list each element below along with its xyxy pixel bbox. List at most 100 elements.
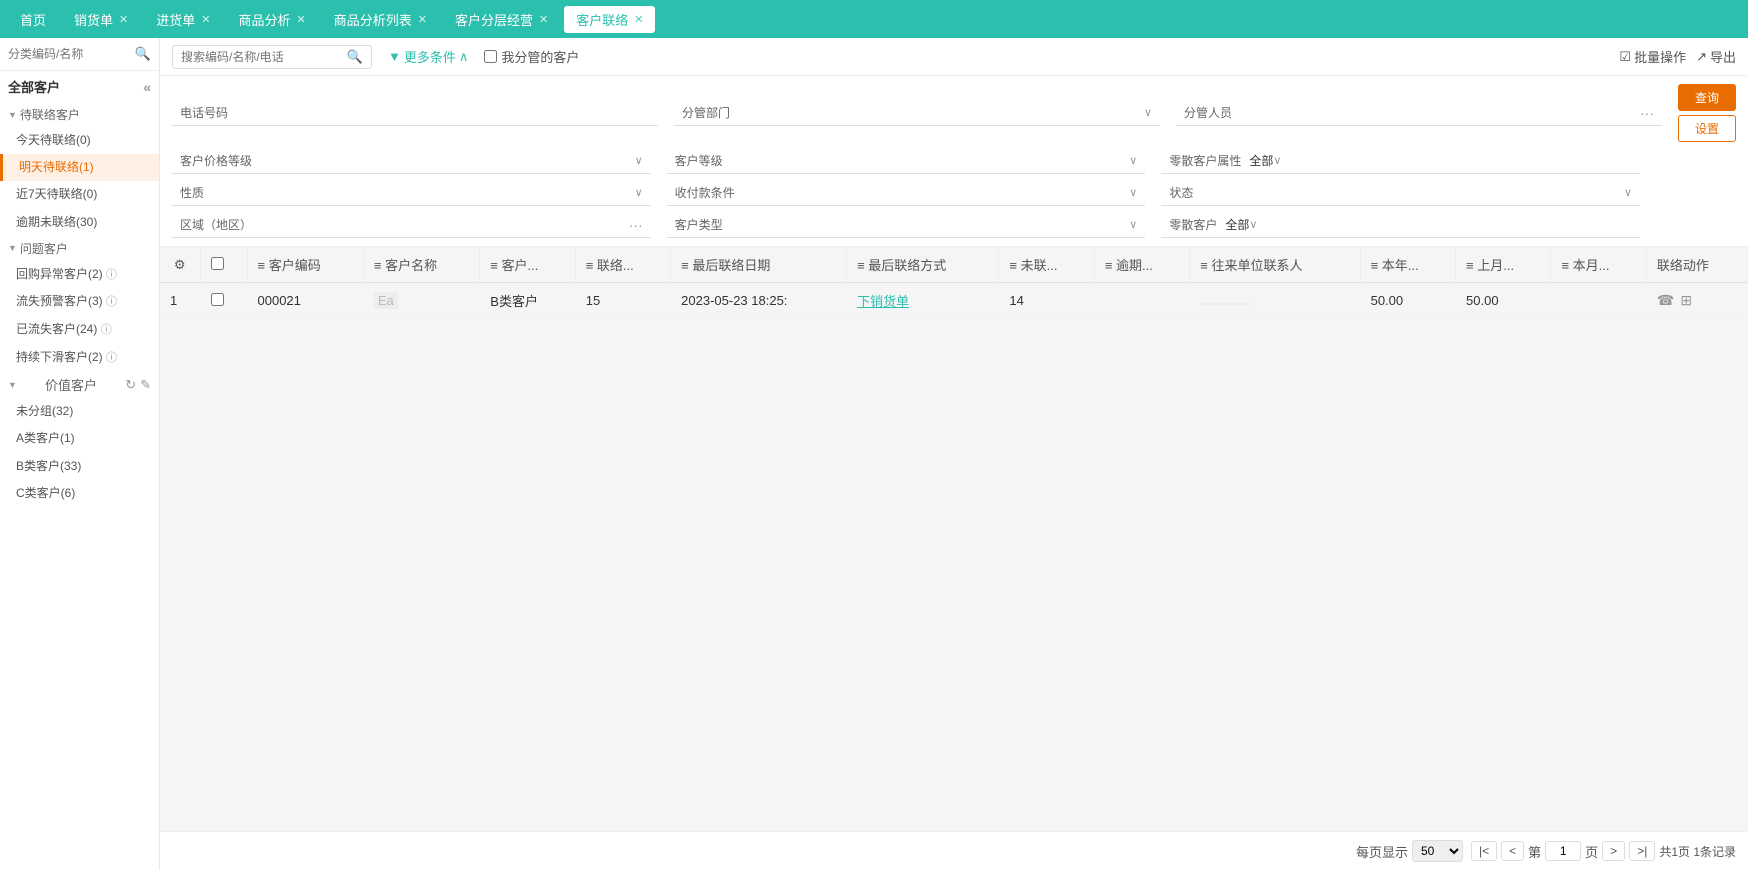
filter-nature-arrow: ∨ (635, 186, 643, 199)
data-table: ⚙ ≡ 客户编码 ≡ 客户名称 ≡ 客户... ≡ 联络... ≡ 最后联络日期… (160, 247, 1748, 319)
qr-action-icon[interactable]: ⊞ (1680, 292, 1692, 309)
filter-region-dots[interactable]: ··· (629, 217, 643, 233)
top-nav: 首页 销货单 ✕ 进货单 ✕ 商品分析 ✕ 商品分析列表 ✕ 客户分层经营 ✕ … (0, 0, 1748, 38)
col-settings-header[interactable]: ⚙ (160, 247, 200, 283)
col-last-method-header[interactable]: ≡ 最后联络方式 (847, 247, 999, 283)
filter-phone-input[interactable] (236, 106, 650, 120)
contact-method-link[interactable]: 下销货单 (857, 294, 909, 309)
nav-purchase[interactable]: 进货单 ✕ (144, 6, 222, 33)
col-name-header[interactable]: ≡ 客户名称 (363, 247, 479, 283)
filter-level-input[interactable] (731, 154, 1130, 168)
cell-uncontacted: 14 (999, 283, 1094, 319)
search-icon[interactable]: 🔍 (347, 49, 363, 65)
nav-customer-tier-close[interactable]: ✕ (539, 13, 548, 26)
col-contacts-header[interactable]: ≡ 联络... (575, 247, 670, 283)
contact-action-icon[interactable]: ☎ (1657, 292, 1674, 309)
filter-price-arrow: ∨ (635, 154, 643, 167)
group-value-customers[interactable]: 价值客户 ↻ ✎ (0, 371, 159, 398)
group-problem-customers[interactable]: 问题客户 (0, 236, 159, 261)
col-checkbox-header[interactable] (200, 247, 247, 283)
col-contact-person-header[interactable]: ≡ 往来单位联系人 (1190, 247, 1360, 283)
filter-manager-dots[interactable]: ··· (1640, 105, 1654, 121)
col-overdue-header[interactable]: ≡ 逾期... (1094, 247, 1189, 283)
nav-goods-list[interactable]: 商品分析列表 ✕ (322, 6, 439, 33)
filter-region-input[interactable] (260, 218, 629, 232)
cell-checkbox[interactable] (200, 283, 247, 319)
filter-customer-level: 客户等级 ∨ (667, 148, 1146, 174)
search-input[interactable] (181, 50, 347, 64)
col-type-header[interactable]: ≡ 客户... (480, 247, 575, 283)
filter-payment-input[interactable] (743, 186, 1130, 200)
col-this-year-header[interactable]: ≡ 本年... (1360, 247, 1455, 283)
cell-action: ☎ ⊞ (1646, 283, 1747, 319)
filter-payment: 收付款条件 ∨ (667, 180, 1146, 206)
group-pending-contact[interactable]: 待联络客户 (0, 102, 159, 127)
sidebar-item-declining[interactable]: 持续下滑客户(2) ⓘ (0, 344, 159, 372)
sidebar-item-churn-warning[interactable]: 流失预警客户(3) ⓘ (0, 288, 159, 316)
nav-home[interactable]: 首页 (8, 6, 58, 33)
query-button[interactable]: 查询 (1678, 84, 1736, 111)
nav-sales-close[interactable]: ✕ (119, 13, 128, 26)
filter-level-arrow: ∨ (1129, 154, 1137, 167)
select-all-checkbox[interactable] (211, 257, 224, 270)
nav-customer-contact-close[interactable]: ✕ (634, 13, 643, 26)
sidebar-search-input[interactable] (8, 47, 131, 61)
filter-icon: ▼ (388, 49, 401, 64)
sidebar-item-today[interactable]: 今天待联络(0) (0, 127, 159, 154)
my-customers-check[interactable] (484, 50, 497, 63)
filter-status-input[interactable] (1201, 186, 1624, 200)
sidebar-item-ungrouped[interactable]: 未分组(32) (0, 398, 159, 425)
nav-goods-analysis-close[interactable]: ✕ (297, 13, 306, 26)
filter-nature-input[interactable] (212, 186, 635, 200)
my-customers-checkbox[interactable]: 我分管的客户 (484, 47, 579, 66)
cell-contacts: 15 (575, 283, 670, 319)
nav-purchase-close[interactable]: ✕ (201, 13, 210, 26)
sidebar-item-class-a[interactable]: A类客户(1) (0, 425, 159, 452)
first-page-btn[interactable]: |< (1471, 841, 1497, 861)
filter-dept: 分管部门 ∨ (674, 100, 1160, 126)
page-input[interactable] (1545, 841, 1581, 861)
col-code-header[interactable]: ≡ 客户编码 (247, 247, 363, 283)
export-icon: ↗ (1696, 49, 1707, 65)
next-page-btn[interactable]: > (1602, 841, 1625, 861)
filter-type-input[interactable] (731, 218, 1130, 232)
nav-goods-list-close[interactable]: ✕ (418, 13, 427, 26)
cell-contact-person (1190, 283, 1360, 319)
sidebar-search-icon[interactable]: 🔍 (135, 46, 151, 62)
last-page-btn[interactable]: >| (1629, 841, 1655, 861)
filter-status-arrow: ∨ (1624, 186, 1632, 199)
prev-page-btn[interactable]: < (1501, 841, 1524, 861)
nav-customer-contact[interactable]: 客户联络 ✕ (564, 6, 655, 33)
export-btn[interactable]: ↗ 导出 (1696, 47, 1736, 66)
search-box: 🔍 (172, 45, 372, 69)
sidebar-item-class-c[interactable]: C类客户(6) (0, 480, 159, 507)
settings-button[interactable]: 设置 (1678, 115, 1736, 142)
filter-price-input[interactable] (260, 154, 635, 168)
refresh-icon[interactable]: ↻ (125, 377, 136, 393)
col-last-month-header[interactable]: ≡ 上月... (1456, 247, 1551, 283)
sidebar-item-overdue[interactable]: 逾期未联络(30) (0, 209, 159, 236)
sidebar-item-7days[interactable]: 近7天待联络(0) (0, 181, 159, 208)
col-this-month-header[interactable]: ≡ 本月... (1551, 247, 1646, 283)
more-conditions-btn[interactable]: ▼ 更多条件 ∧ (380, 44, 476, 69)
col-uncontacted-header[interactable]: ≡ 未联... (999, 247, 1094, 283)
batch-ops-btn[interactable]: ☑ 批量操作 (1619, 47, 1686, 66)
sidebar: 🔍 全部客户 « 待联络客户 今天待联络(0) 明天待联络(1) 近7天待联络(… (0, 38, 160, 870)
filter-dept-input[interactable] (738, 106, 1144, 120)
filter-manager-input[interactable] (1240, 106, 1640, 120)
edit-icon[interactable]: ✎ (140, 377, 151, 393)
col-action-header: 联络动作 (1646, 247, 1747, 283)
nav-customer-tier[interactable]: 客户分层经营 ✕ (443, 6, 560, 33)
row-checkbox[interactable] (211, 293, 224, 306)
per-page-select[interactable]: 50 100 200 (1412, 840, 1463, 862)
filter-nature: 性质 ∨ (172, 180, 651, 206)
sidebar-item-repurchase-abnormal[interactable]: 回购异常客户(2) ⓘ (0, 261, 159, 289)
sidebar-item-tomorrow[interactable]: 明天待联络(1) (0, 154, 159, 181)
nav-goods-analysis[interactable]: 商品分析 ✕ (226, 6, 317, 33)
filter-status: 状态 ∨ (1161, 180, 1640, 206)
col-last-date-header[interactable]: ≡ 最后联络日期 (671, 247, 847, 283)
nav-sales[interactable]: 销货单 ✕ (62, 6, 140, 33)
sidebar-item-class-b[interactable]: B类客户(33) (0, 453, 159, 480)
all-customers-header[interactable]: 全部客户 « (0, 71, 159, 102)
sidebar-item-churned[interactable]: 已流失客户(24) ⓘ (0, 316, 159, 344)
